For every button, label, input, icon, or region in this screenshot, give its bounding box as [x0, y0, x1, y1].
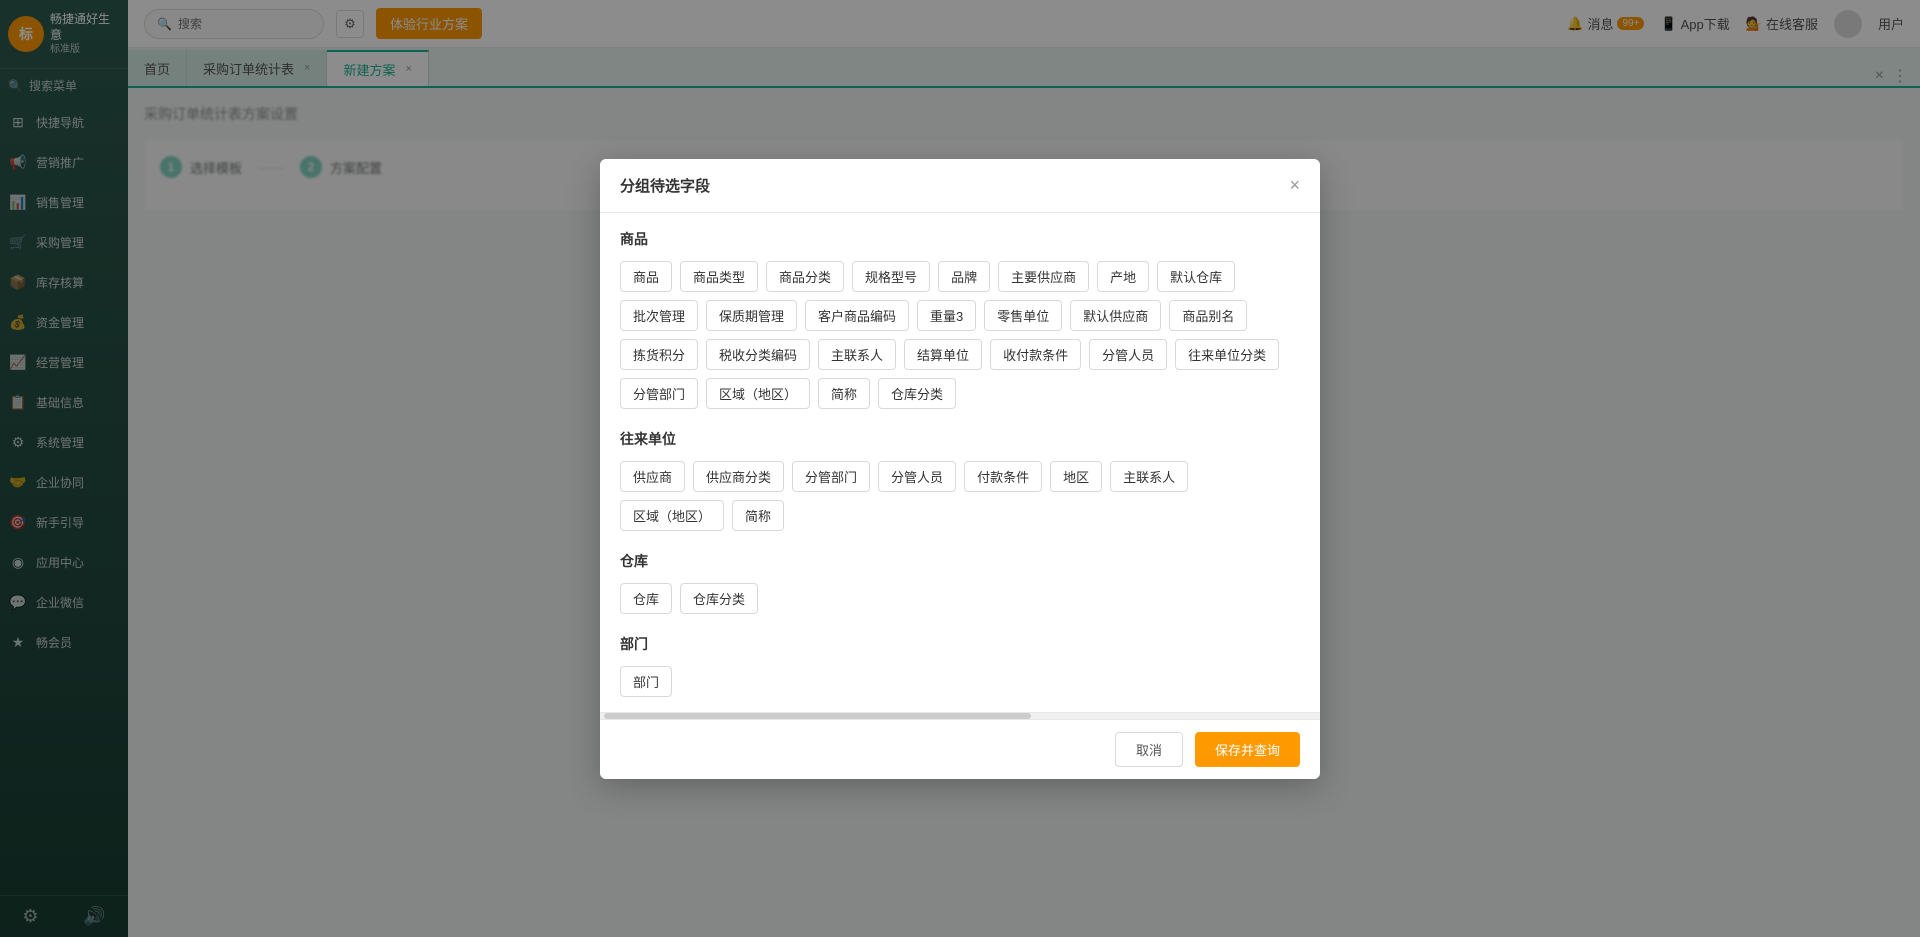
field-tags-department: 部门 [620, 666, 1300, 697]
field-group-warehouse: 仓库 仓库 仓库分类 [620, 551, 1300, 614]
field-group-counterparty: 往来单位 供应商 供应商分类 分管部门 分管人员 付款条件 地区 主联系人 区域… [620, 429, 1300, 531]
field-tag-retail-unit[interactable]: 零售单位 [984, 300, 1062, 331]
field-tag-region-cp[interactable]: 地区 [1050, 461, 1102, 492]
field-tag-supplier-cat[interactable]: 供应商分类 [693, 461, 784, 492]
field-tag-default-warehouse[interactable]: 默认仓库 [1157, 261, 1235, 292]
dialog-header: 分组待选字段 × [600, 159, 1320, 213]
field-tag-brand[interactable]: 品牌 [938, 261, 990, 292]
field-tag-goods-type[interactable]: 商品类型 [680, 261, 758, 292]
field-tag-quality-mgmt[interactable]: 保质期管理 [706, 300, 797, 331]
field-tag-settlement-unit[interactable]: 结算单位 [904, 339, 982, 370]
field-tag-payment-cond[interactable]: 付款条件 [964, 461, 1042, 492]
dialog-close-button[interactable]: × [1289, 175, 1300, 196]
dialog-horizontal-scrollbar[interactable] [600, 712, 1320, 719]
field-tag-cp-dept[interactable]: 分管部门 [792, 461, 870, 492]
dialog-footer: 取消 保存并查询 [600, 719, 1320, 779]
field-tag-source-unit-cat[interactable]: 往来单位分类 [1175, 339, 1279, 370]
field-tag-tax-code[interactable]: 税收分类编码 [706, 339, 810, 370]
group-title-counterparty: 往来单位 [620, 429, 1300, 449]
field-tag-goods-alias[interactable]: 商品别名 [1169, 300, 1247, 331]
field-tag-wh-name[interactable]: 仓库 [620, 583, 672, 614]
field-tag-dept-mgmt[interactable]: 分管部门 [620, 378, 698, 409]
field-tag-cp-dept-person[interactable]: 分管人员 [878, 461, 956, 492]
field-tag-customer-code[interactable]: 客户商品编码 [805, 300, 909, 331]
field-tag-short-name[interactable]: 简称 [818, 378, 870, 409]
field-tags-counterparty: 供应商 供应商分类 分管部门 分管人员 付款条件 地区 主联系人 区域（地区） … [620, 461, 1300, 531]
field-tag-pick-points[interactable]: 拣货积分 [620, 339, 698, 370]
field-tag-goods-item[interactable]: 商品 [620, 261, 672, 292]
field-tag-wh-cat[interactable]: 仓库分类 [878, 378, 956, 409]
field-tag-main-supplier[interactable]: 主要供应商 [998, 261, 1089, 292]
field-tag-main-contact[interactable]: 主联系人 [818, 339, 896, 370]
field-tag-region2[interactable]: 区域（地区） [620, 500, 724, 531]
field-group-department: 部门 部门 [620, 634, 1300, 697]
confirm-button[interactable]: 保存并查询 [1195, 732, 1300, 767]
field-tag-dept-name[interactable]: 部门 [620, 666, 672, 697]
group-title-department: 部门 [620, 634, 1300, 654]
field-tag-short2[interactable]: 简称 [732, 500, 784, 531]
field-tag-batch-mgmt[interactable]: 批次管理 [620, 300, 698, 331]
cancel-button[interactable]: 取消 [1115, 732, 1183, 767]
field-tag-contact-cp[interactable]: 主联系人 [1110, 461, 1188, 492]
field-tag-weight3[interactable]: 重量3 [917, 300, 976, 331]
dialog-title: 分组待选字段 [620, 175, 710, 196]
field-tag-spec-type[interactable]: 规格型号 [852, 261, 930, 292]
field-tag-default-supplier[interactable]: 默认供应商 [1070, 300, 1161, 331]
field-tag-manager[interactable]: 分管人员 [1089, 339, 1167, 370]
group-title-goods: 商品 [620, 229, 1300, 249]
field-tag-origin[interactable]: 产地 [1097, 261, 1149, 292]
field-group-goods: 商品 商品 商品类型 商品分类 规格型号 品牌 主要供应商 产地 默认仓库 批次… [620, 229, 1300, 409]
field-tag-goods-category[interactable]: 商品分类 [766, 261, 844, 292]
field-select-dialog: 分组待选字段 × 商品 商品 商品类型 商品分类 规格型号 品牌 主要供应商 产… [600, 159, 1320, 779]
field-tag-supplier[interactable]: 供应商 [620, 461, 685, 492]
field-tags-goods: 商品 商品类型 商品分类 规格型号 品牌 主要供应商 产地 默认仓库 批次管理 … [620, 261, 1300, 409]
field-tag-region-area[interactable]: 区域（地区） [706, 378, 810, 409]
dialog-body: 商品 商品 商品类型 商品分类 规格型号 品牌 主要供应商 产地 默认仓库 批次… [600, 213, 1320, 712]
group-title-warehouse: 仓库 [620, 551, 1300, 571]
field-tags-warehouse: 仓库 仓库分类 [620, 583, 1300, 614]
field-tag-payment-terms[interactable]: 收付款条件 [990, 339, 1081, 370]
field-tag-wh-category[interactable]: 仓库分类 [680, 583, 758, 614]
dialog-overlay: 分组待选字段 × 商品 商品 商品类型 商品分类 规格型号 品牌 主要供应商 产… [0, 0, 1920, 937]
